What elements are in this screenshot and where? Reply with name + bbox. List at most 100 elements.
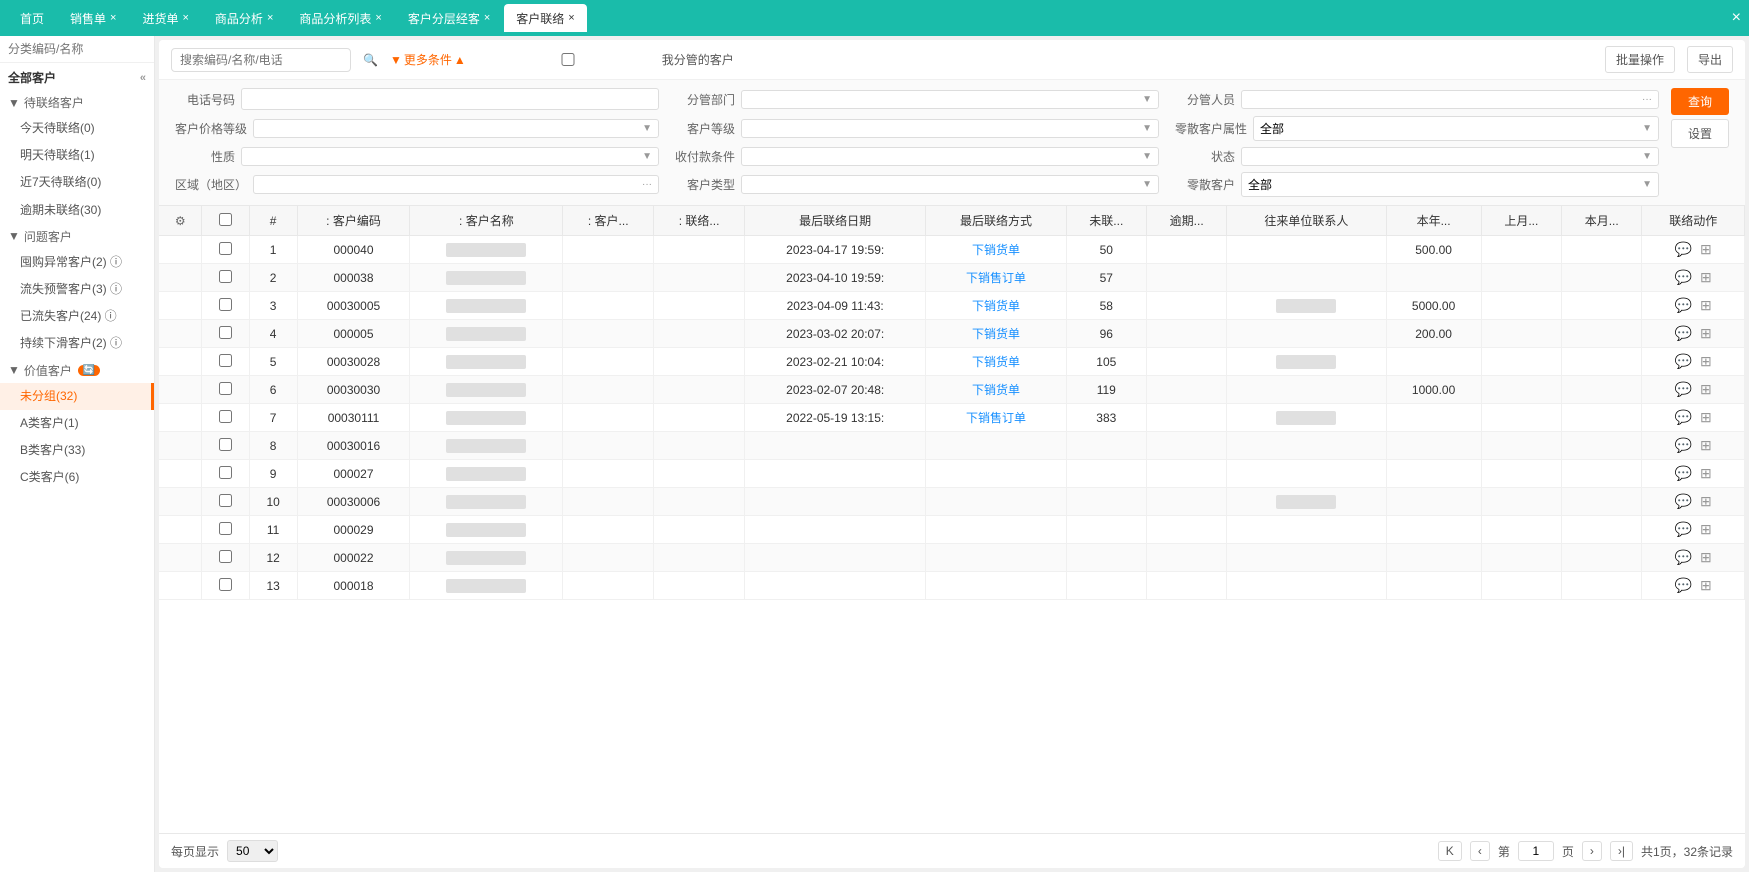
my-customer-checkbox[interactable] xyxy=(478,53,658,66)
sidebar-search-input[interactable] xyxy=(8,42,155,56)
col-uncontacted[interactable]: 未联... xyxy=(1066,206,1146,236)
contact-icon[interactable]: 💬 xyxy=(1675,465,1692,482)
row-checkbox[interactable] xyxy=(202,572,249,600)
window-close[interactable]: × xyxy=(1732,9,1741,27)
row-checkbox[interactable] xyxy=(202,516,249,544)
contact-icon[interactable]: 💬 xyxy=(1675,269,1692,286)
row-last-method[interactable]: 下销货单 xyxy=(926,320,1066,348)
prev-page-btn[interactable]: ‹ xyxy=(1470,841,1490,861)
row-checkbox[interactable] xyxy=(202,488,249,516)
more-icon[interactable]: ⊞ xyxy=(1700,549,1712,566)
filter-retail-select[interactable]: 全部 ▼ xyxy=(1241,172,1659,197)
nav-close-product-analysis[interactable]: × xyxy=(267,12,273,24)
col-overdue[interactable]: 逾期... xyxy=(1146,206,1226,236)
row-last-method[interactable]: 下销货单 xyxy=(926,348,1066,376)
row-last-method[interactable]: 下销售订单 xyxy=(926,264,1066,292)
contact-icon[interactable]: 💬 xyxy=(1675,493,1692,510)
nav-customer-segment[interactable]: 客户分层经客 × xyxy=(396,4,502,32)
col-settings[interactable]: ⚙ xyxy=(159,206,202,236)
col-this-month[interactable]: 本月... xyxy=(1562,206,1642,236)
sidebar-item-abnormal[interactable]: 囤购异常客户(2) ⓘ xyxy=(0,249,154,276)
row-last-method[interactable] xyxy=(926,432,1066,460)
next-page-btn[interactable]: › xyxy=(1582,841,1602,861)
nav-close-contact[interactable]: × xyxy=(568,12,574,24)
select-all-checkbox[interactable] xyxy=(219,213,232,226)
row-checkbox[interactable] xyxy=(202,432,249,460)
col-name[interactable]: : 客户名称 xyxy=(410,206,563,236)
nav-close-product-list[interactable]: × xyxy=(375,12,381,24)
contact-method-link[interactable]: 下销货单 xyxy=(972,355,1020,369)
row-checkbox[interactable] xyxy=(202,544,249,572)
row-select-checkbox[interactable] xyxy=(219,494,232,507)
contact-icon[interactable]: 💬 xyxy=(1675,297,1692,314)
col-last-month[interactable]: 上月... xyxy=(1481,206,1561,236)
more-icon[interactable]: ⊞ xyxy=(1700,269,1712,286)
page-input[interactable] xyxy=(1518,841,1554,861)
reset-btn[interactable]: 设置 xyxy=(1671,119,1729,148)
sidebar-item-c-class[interactable]: C类客户(6) xyxy=(0,464,154,491)
sidebar-item-churned[interactable]: 已流失客户(24) ⓘ xyxy=(0,303,154,330)
contact-icon[interactable]: 💬 xyxy=(1675,325,1692,342)
first-page-btn[interactable]: K xyxy=(1438,841,1462,861)
row-select-checkbox[interactable] xyxy=(219,382,232,395)
filter-grade-select[interactable]: ▼ xyxy=(741,119,1159,138)
row-last-method[interactable] xyxy=(926,460,1066,488)
more-icon[interactable]: ⊞ xyxy=(1700,493,1712,510)
row-select-checkbox[interactable] xyxy=(219,410,232,423)
more-icon[interactable]: ⊞ xyxy=(1700,325,1712,342)
row-checkbox[interactable] xyxy=(202,292,249,320)
row-last-method[interactable]: 下销货单 xyxy=(926,236,1066,264)
sidebar-group-problem[interactable]: ▼ 问题客户 xyxy=(0,224,154,249)
more-icon[interactable]: ⊞ xyxy=(1700,437,1712,454)
row-select-checkbox[interactable] xyxy=(219,466,232,479)
contact-icon[interactable]: 💬 xyxy=(1675,577,1692,594)
row-select-checkbox[interactable] xyxy=(219,438,232,451)
nav-close-segment[interactable]: × xyxy=(484,12,490,24)
filter-region-select[interactable]: ··· xyxy=(253,175,659,194)
per-page-select[interactable]: 20 50 100 xyxy=(227,840,278,862)
search-input[interactable] xyxy=(171,48,351,72)
more-icon[interactable]: ⊞ xyxy=(1700,241,1712,258)
more-icon[interactable]: ⊞ xyxy=(1700,521,1712,538)
more-icon[interactable]: ⊞ xyxy=(1700,409,1712,426)
sidebar-item-today[interactable]: 今天待联络(0) xyxy=(0,115,154,142)
sidebar-item-tomorrow[interactable]: 明天待联络(1) xyxy=(0,142,154,169)
export-btn[interactable]: 导出 xyxy=(1687,46,1733,73)
sidebar-item-overdue[interactable]: 逾期未联络(30) xyxy=(0,197,154,224)
more-filter-btn[interactable]: ▼ 更多条件 ▲ xyxy=(390,51,466,68)
query-btn[interactable]: 查询 xyxy=(1671,88,1729,115)
row-checkbox[interactable] xyxy=(202,376,249,404)
row-checkbox[interactable] xyxy=(202,236,249,264)
row-checkbox[interactable] xyxy=(202,460,249,488)
last-page-btn[interactable]: ›| xyxy=(1610,841,1633,861)
more-icon[interactable]: ⊞ xyxy=(1700,297,1712,314)
sidebar-item-churn-warn[interactable]: 流失预警客户(3) ⓘ xyxy=(0,276,154,303)
row-checkbox[interactable] xyxy=(202,348,249,376)
sidebar-item-declining[interactable]: 持续下滑客户(2) ⓘ xyxy=(0,330,154,357)
contact-method-link[interactable]: 下销货单 xyxy=(972,243,1020,257)
filter-nature-select[interactable]: ▼ xyxy=(241,147,659,166)
filter-dept-select[interactable]: ▼ xyxy=(741,90,1159,109)
row-last-method[interactable]: 下销货单 xyxy=(926,376,1066,404)
all-customers-header[interactable]: 全部客户 « xyxy=(0,63,154,90)
nav-product-analysis-list[interactable]: 商品分析列表 × xyxy=(287,4,393,32)
nav-close-purchase[interactable]: × xyxy=(182,12,188,24)
row-select-checkbox[interactable] xyxy=(219,298,232,311)
collapse-icon[interactable]: « xyxy=(140,72,146,84)
contact-icon[interactable]: 💬 xyxy=(1675,409,1692,426)
nav-home[interactable]: 首页 xyxy=(8,4,56,32)
nav-customer-contact[interactable]: 客户联络 × xyxy=(504,4,586,32)
contact-method-link[interactable]: 下销货单 xyxy=(972,383,1020,397)
contact-method-link[interactable]: 下销货单 xyxy=(972,299,1020,313)
contact-method-link[interactable]: 下销货单 xyxy=(972,327,1020,341)
row-checkbox[interactable] xyxy=(202,320,249,348)
filter-retail-attr-select[interactable]: 全部 ▼ xyxy=(1253,116,1659,141)
row-select-checkbox[interactable] xyxy=(219,522,232,535)
col-last-method[interactable]: 最后联络方式 xyxy=(926,206,1066,236)
filter-person-select[interactable]: ··· xyxy=(1241,90,1659,109)
row-last-method[interactable] xyxy=(926,572,1066,600)
sidebar-group-value[interactable]: ▼ 价值客户 🔄 xyxy=(0,358,154,383)
filter-status-select[interactable]: ▼ xyxy=(1241,147,1659,166)
row-select-checkbox[interactable] xyxy=(219,242,232,255)
filter-price-grade-select[interactable]: ▼ xyxy=(253,119,659,138)
